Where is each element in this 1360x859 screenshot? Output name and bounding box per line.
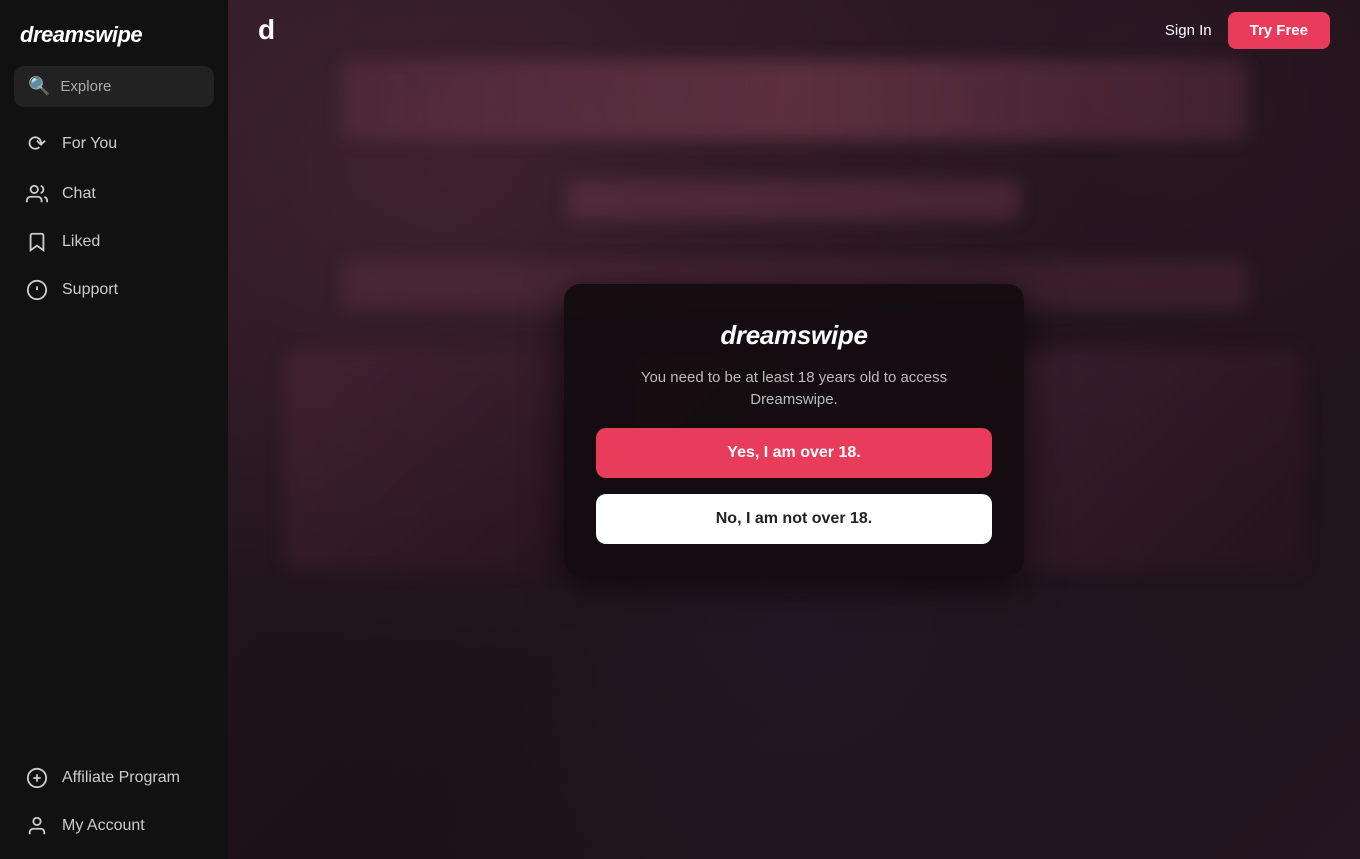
age-verification-modal: dreamswipe You need to be at least 18 ye… [564,284,1024,576]
support-label: Support [62,281,118,299]
for-you-label: For You [62,135,117,153]
affiliate-label: Affiliate Program [62,769,180,787]
sidebar-item-my-account[interactable]: My Account [10,803,218,849]
confirm-age-button[interactable]: Yes, I am over 18. [596,428,992,478]
deny-age-button[interactable]: No, I am not over 18. [596,494,992,544]
sidebar-item-chat[interactable]: Chat [10,171,218,217]
sidebar-item-for-you[interactable]: ⟳ For You [10,119,218,169]
sidebar: dreamswipe 🔍 Explore ⟳ For You Chat [0,0,228,859]
liked-icon [24,231,50,253]
sidebar-logo[interactable]: dreamswipe [0,0,228,66]
main-content: d Sign In Try Free dreamswipe You need t… [228,0,1360,859]
sidebar-bottom: Affiliate Program My Account [0,745,228,859]
explore-label: Explore [60,78,111,95]
modal-overlay: dreamswipe You need to be at least 18 ye… [228,0,1360,859]
sidebar-item-affiliate[interactable]: Affiliate Program [10,755,218,801]
modal-subtitle: You need to be at least 18 years old to … [596,367,992,412]
my-account-label: My Account [62,817,145,835]
explore-button[interactable]: 🔍 Explore [14,66,214,107]
sidebar-item-liked[interactable]: Liked [10,219,218,265]
my-account-icon [24,815,50,837]
liked-label: Liked [62,233,100,251]
modal-title: dreamswipe [720,320,867,351]
for-you-icon: ⟳ [24,131,50,157]
search-icon: 🔍 [28,76,50,97]
affiliate-icon [24,767,50,789]
sidebar-nav: ⟳ For You Chat Liked [0,115,228,317]
chat-label: Chat [62,185,96,203]
sidebar-item-support[interactable]: Support [10,267,218,313]
chat-icon [24,183,50,205]
support-icon [24,279,50,301]
